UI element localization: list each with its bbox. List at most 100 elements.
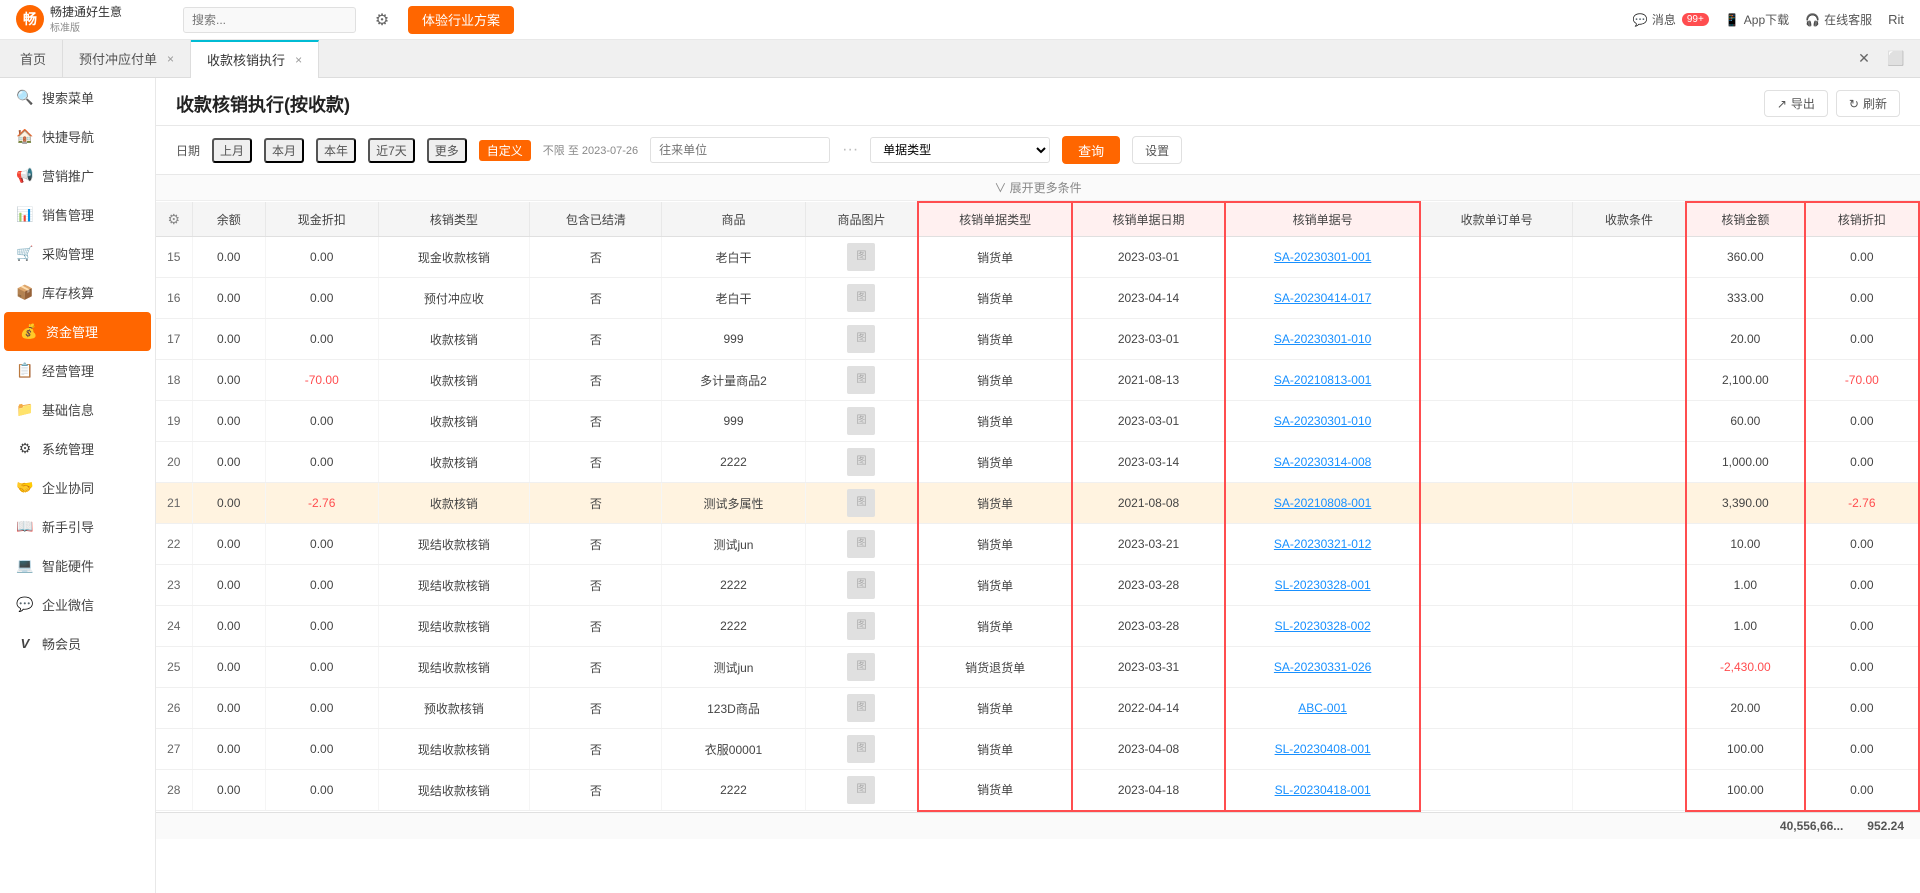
column-settings-icon[interactable]: ⚙ [167,211,180,227]
table-row: 23 0.00 0.00 现结收款核销 否 2222 图 销货单 2023-03… [156,565,1919,606]
bill-no-link[interactable]: SA-20230314-008 [1274,455,1371,469]
sidebar-item-guide[interactable]: 📖 新手引导 [0,507,155,546]
more-date-button[interactable]: 更多 [427,138,467,163]
bill-no-link[interactable]: SA-20230301-010 [1274,332,1371,346]
cell-receipt-condition [1573,319,1686,360]
footer-total-amount: 40,556,66... [1780,819,1843,833]
bill-no-link[interactable]: SA-20230301-010 [1274,414,1371,428]
sidebar-item-sales[interactable]: 📊 销售管理 [0,195,155,234]
maximize-window-button[interactable]: ⬜ [1884,47,1908,71]
sidebar-guide-label: 新手引导 [42,517,94,536]
tab-receipt-close[interactable]: × [295,53,302,67]
bill-no-link[interactable]: SL-20230418-001 [1275,783,1371,797]
collab-icon: 🤝 [16,479,34,496]
col-bill-date: 核销单据日期 [1072,202,1225,237]
cell-product-image: 图 [805,770,918,811]
sidebar-item-system[interactable]: ⚙ 系统管理 [0,429,155,468]
sidebar-item-inventory[interactable]: 📦 库存核算 [0,273,155,312]
sidebar-item-finance[interactable]: 💰 资金管理 [4,312,151,351]
refresh-button[interactable]: ↻ 刷新 [1836,90,1900,117]
cell-receipt-condition [1573,729,1686,770]
cell-bill-no[interactable]: SA-20230301-010 [1225,319,1420,360]
cell-product: 衣服00001 [662,729,805,770]
cell-receipt-order [1420,770,1573,811]
sidebar-item-quicknav[interactable]: 🏠 快捷导航 [0,117,155,156]
setting-button[interactable]: 设置 [1132,136,1182,164]
cell-include-settled: 否 [530,278,662,319]
cell-bill-no[interactable]: SA-20230331-026 [1225,647,1420,688]
sidebar-item-hardware[interactable]: 💻 智能硬件 [0,546,155,585]
settings-gear-button[interactable]: ⚙ [368,6,396,34]
tab-prepay-close[interactable]: × [167,52,174,66]
bill-no-link[interactable]: SL-20230408-001 [1275,742,1371,756]
sidebar-item-collab[interactable]: 🤝 企业协同 [0,468,155,507]
close-window-button[interactable]: ✕ [1852,47,1876,71]
cell-product-image: 图 [805,565,918,606]
cell-bill-no[interactable]: SL-20230408-001 [1225,729,1420,770]
bill-no-link[interactable]: SA-20230301-001 [1274,250,1371,264]
notification-button[interactable]: 💬 消息 99+ [1633,11,1709,28]
cell-bill-no[interactable]: SL-20230328-001 [1225,565,1420,606]
this-month-button[interactable]: 本月 [264,138,304,163]
col-settings[interactable]: ⚙ [156,202,192,237]
bill-no-link[interactable]: SA-20230321-012 [1274,537,1371,551]
sidebar-item-member[interactable]: V 畅会员 [0,624,155,663]
cell-bill-no[interactable]: SA-20210813-001 [1225,360,1420,401]
guide-icon: 📖 [16,518,34,535]
7days-button[interactable]: 近7天 [368,138,415,163]
cell-receipt-condition [1573,237,1686,278]
app-download-button[interactable]: 📱 App下载 [1725,11,1789,28]
sidebar-item-search[interactable]: 🔍 搜索菜单 [0,78,155,117]
cell-bill-no[interactable]: SL-20230418-001 [1225,770,1420,811]
online-service-button[interactable]: 🎧 在线客服 [1805,11,1872,28]
col-product: 商品 [662,202,805,237]
footer-total-amount-value: 40,556,66... [1780,819,1843,833]
last-month-button[interactable]: 上月 [212,138,252,163]
cell-product-image: 图 [805,237,918,278]
cell-bill-no[interactable]: SA-20230301-001 [1225,237,1420,278]
search-input[interactable] [183,7,356,33]
this-year-button[interactable]: 本年 [316,138,356,163]
sidebar-item-operation[interactable]: 📋 经营管理 [0,351,155,390]
export-button[interactable]: ↗ 导出 [1764,90,1828,117]
cell-bill-no[interactable]: SA-20230301-010 [1225,401,1420,442]
cell-verify-discount: 0.00 [1805,524,1919,565]
bill-no-link[interactable]: SL-20230328-002 [1275,619,1371,633]
cell-verify-type: 收款核销 [378,319,530,360]
cell-bill-no[interactable]: SA-20230321-012 [1225,524,1420,565]
bill-no-link[interactable]: SA-20230331-026 [1274,660,1371,674]
sidebar-item-wechat[interactable]: 💬 企业微信 [0,585,155,624]
cell-bill-no[interactable]: SL-20230328-002 [1225,606,1420,647]
sidebar-item-purchase[interactable]: 🛒 采购管理 [0,234,155,273]
cell-bill-no[interactable]: SA-20210808-001 [1225,483,1420,524]
custom-date-button[interactable]: 自定义 [479,140,531,161]
expand-more-bar[interactable]: ∨ 展开更多条件 [156,175,1920,201]
bill-no-link[interactable]: ABC-001 [1298,701,1347,715]
cell-bill-no[interactable]: SA-20230314-008 [1225,442,1420,483]
cell-bill-no[interactable]: ABC-001 [1225,688,1420,729]
online-service-label: 在线客服 [1824,11,1872,28]
cell-verify-discount: 0.00 [1805,319,1919,360]
industry-solution-button[interactable]: 体验行业方案 [408,6,514,34]
cell-include-settled: 否 [530,319,662,360]
cell-cash-discount: 0.00 [265,401,378,442]
query-button[interactable]: 查询 [1062,136,1120,164]
tab-home[interactable]: 首页 [0,40,63,78]
bill-no-link[interactable]: SA-20210808-001 [1274,496,1371,510]
cell-verify-type: 收款核销 [378,442,530,483]
table-row: 25 0.00 0.00 现结收款核销 否 测试jun 图 销货退货单 2023… [156,647,1919,688]
tab-receipt-verify[interactable]: 收款核销执行 × [191,40,319,78]
data-table-container[interactable]: ⚙ 余额 现金折扣 核销类型 包含已结清 商品 商品图片 核销单据类型 核销单据… [156,201,1920,893]
tab-prepay-bill[interactable]: 预付冲应付单 × [63,40,191,78]
table-row: 24 0.00 0.00 现结收款核销 否 2222 图 销货单 2023-03… [156,606,1919,647]
bill-no-link[interactable]: SA-20210813-001 [1274,373,1371,387]
bill-no-link[interactable]: SA-20230414-017 [1274,291,1371,305]
sidebar-item-marketing[interactable]: 📢 营销推广 [0,156,155,195]
bill-no-link[interactable]: SL-20230328-001 [1275,578,1371,592]
cell-product: 2222 [662,606,805,647]
bill-type-select[interactable]: 单据类型 [870,137,1050,163]
sidebar-inventory-label: 库存核算 [42,283,94,302]
sidebar-item-basicinfo[interactable]: 📁 基础信息 [0,390,155,429]
cell-bill-no[interactable]: SA-20230414-017 [1225,278,1420,319]
partner-input[interactable] [650,137,830,163]
